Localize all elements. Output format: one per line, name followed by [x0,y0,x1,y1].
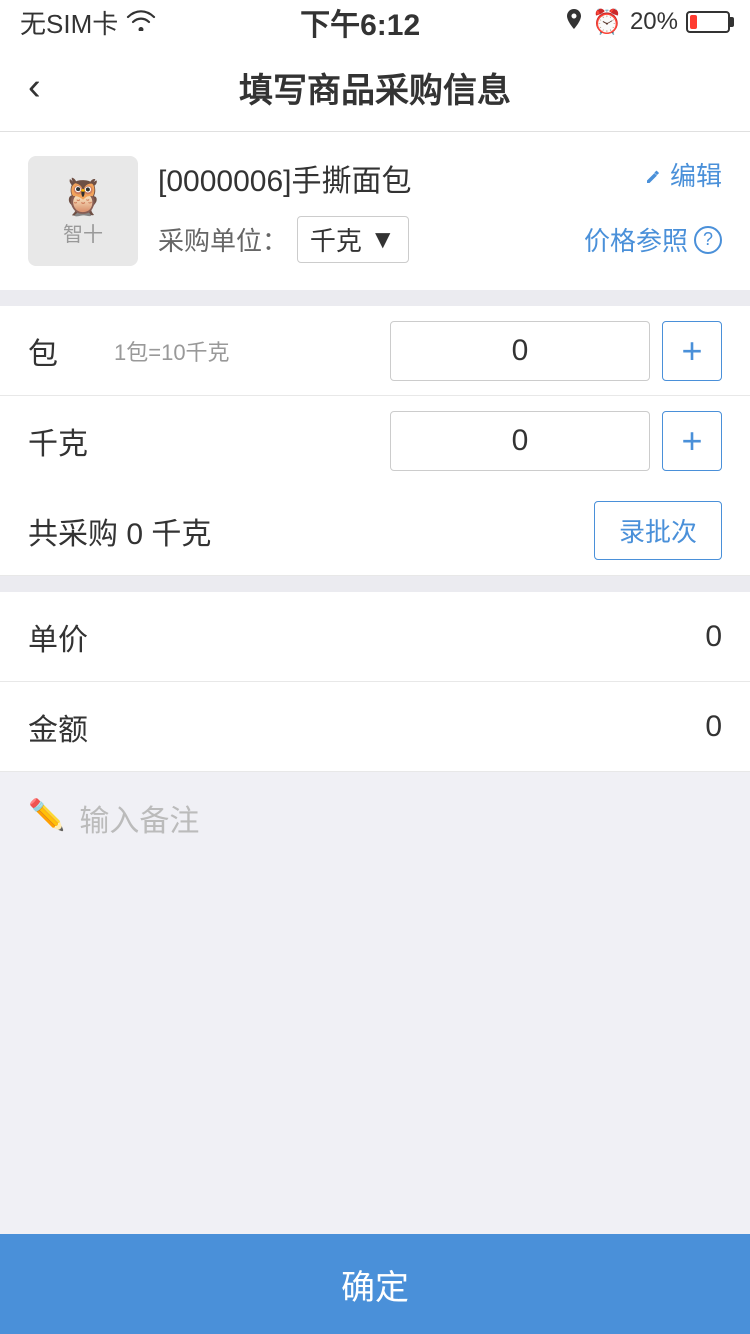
kg-input-field[interactable]: 0 [390,411,650,471]
unit-price-row: 单价 0 [0,592,750,682]
pencil-icon: ✏️ [28,798,65,833]
bottom-spacer [0,1112,750,1212]
summary-row: 共采购 0 千克 录批次 [0,486,750,576]
alarm-icon: ⏰ [592,8,622,37]
unit-value: 千克 [310,221,362,258]
location-icon [564,8,584,37]
bag-plus-button[interactable]: + [662,321,722,381]
sim-label: 无SIM卡 [20,4,118,41]
product-name: [0000006]手撕面包 [158,156,411,200]
summary-text: 共采购 0 千克 [28,509,211,553]
status-left: 无SIM卡 [20,4,156,41]
kg-input-row: 千克 0 + [0,396,750,486]
amount-row: 金额 0 [0,682,750,772]
summary-value: 0 [126,518,143,551]
page-title: 填写商品采购信息 [239,63,511,112]
brand-text: 智十 [63,218,103,247]
price-section: 单价 0 金额 0 [0,592,750,772]
product-unit-row: 采购单位： 千克 ▼ 价格参照 ? [158,216,722,263]
summary-unit: 千克 [151,518,211,551]
kg-label: 千克 [28,419,108,463]
unit-price-label: 单价 [28,615,88,659]
content-background [0,912,750,1112]
price-ref-button[interactable]: 价格参照 ? [584,221,722,258]
bag-sublabel: 1包=10千克 [114,335,230,367]
note-section[interactable]: ✏️ 输入备注 [0,772,750,912]
status-time: 下午6:12 [300,0,420,44]
product-info-top: [0000006]手撕面包 编辑 [158,156,722,200]
unit-select[interactable]: 千克 ▼ [297,216,409,263]
unit-label-group: 采购单位： 千克 ▼ [158,216,409,263]
bag-input-row: 包 1包=10千克 0 + [0,306,750,396]
status-bar: 无SIM卡 下午6:12 ⏰ 20% [0,0,750,44]
edit-button[interactable]: 编辑 [644,156,722,193]
dropdown-arrow: ▼ [370,224,396,255]
product-image: 🦉 智十 [28,156,138,266]
amount-value: 0 [705,710,722,744]
confirm-button[interactable]: 确定 [0,1234,750,1334]
product-card: 🦉 智十 [0000006]手撕面包 编辑 采购单位： 千克 ▼ 价格参照 ? [0,132,750,290]
unit-price-value: 0 [705,620,722,654]
confirm-label: 确定 [341,1260,409,1309]
divider-1 [0,290,750,306]
edit-label: 编辑 [670,156,722,193]
battery-icon [686,11,730,33]
bag-input-field[interactable]: 0 [390,321,650,381]
input-section: 包 1包=10千克 0 + 千克 0 + [0,306,750,486]
help-icon: ? [694,226,722,254]
battery-percent: 20% [630,8,678,36]
owl-icon: 🦉 [61,176,106,218]
divider-2 [0,576,750,592]
status-right: ⏰ 20% [564,8,730,37]
bag-label: 包 [28,329,108,373]
kg-plus-button[interactable]: + [662,411,722,471]
price-ref-label: 价格参照 [584,221,688,258]
batch-button[interactable]: 录批次 [594,501,722,560]
back-button[interactable]: ‹ [28,66,41,109]
amount-label: 金额 [28,705,88,749]
unit-label: 采购单位： [158,226,288,256]
wifi-icon [126,7,156,38]
kg-input-right: 0 + [108,411,722,471]
note-placeholder: 输入备注 [79,796,199,840]
product-info: [0000006]手撕面包 编辑 采购单位： 千克 ▼ 价格参照 ? [158,156,722,263]
nav-bar: ‹ 填写商品采购信息 [0,44,750,132]
summary-prefix: 共采购 [28,518,118,551]
bag-input-right: 0 + [230,321,722,381]
